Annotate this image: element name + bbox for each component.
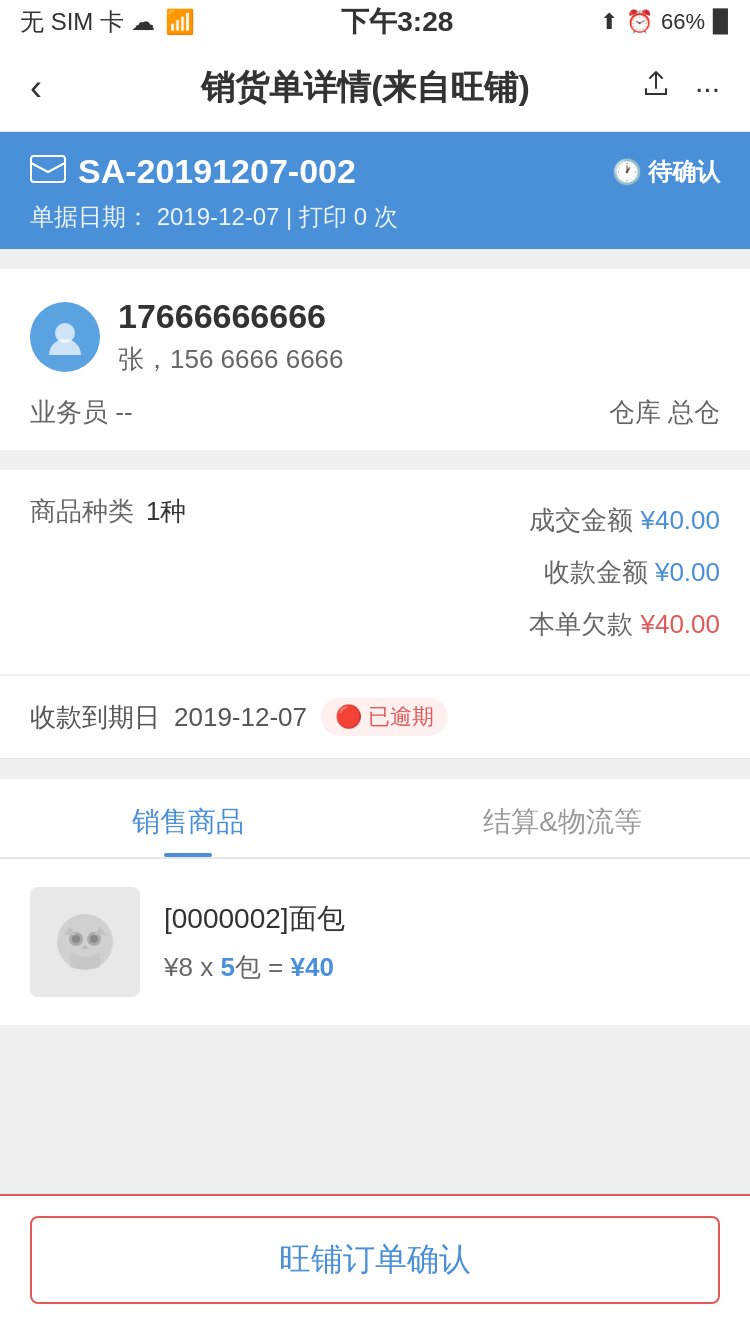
order-id-left: SA-20191207-002 — [30, 152, 356, 191]
confirm-button-wrap: 旺铺订单确认 — [0, 1194, 750, 1334]
due-date-value: 2019-12-07 — [174, 702, 307, 733]
status-right: ⬆ ⏰ 66% ▉ — [600, 9, 730, 35]
battery-percent: 66% — [661, 9, 705, 35]
tab-settlement-logistics[interactable]: 结算&物流等 — [375, 779, 750, 857]
status-clock-icon: 🕐 — [612, 158, 642, 186]
svg-rect-0 — [31, 156, 65, 182]
order-date-value: 2019-12-07 — [157, 203, 280, 230]
due-date-section: 收款到期日 2019-12-07 🔴 已逾期 — [0, 676, 750, 759]
due-date-label: 收款到期日 — [30, 700, 160, 735]
order-header-banner: SA-20191207-002 🕐 待确认 单据日期： 2019-12-07 |… — [0, 132, 750, 249]
product-unit: 包 — [235, 952, 261, 982]
order-print-info: | 打印 0 次 — [286, 203, 398, 230]
svg-point-5 — [72, 935, 80, 943]
order-id-row: SA-20191207-002 🕐 待确认 — [30, 152, 720, 191]
owed-value: ¥40.00 — [640, 609, 720, 639]
status-text: 待确认 — [648, 156, 720, 188]
status-left: 无 SIM 卡 ☁ 📶 — [20, 6, 195, 38]
nav-actions: ··· — [641, 69, 720, 106]
product-thumbnail — [30, 887, 140, 997]
alarm-icon: ⏰ — [626, 9, 653, 35]
product-title: 面包 — [289, 903, 345, 934]
back-button[interactable]: ‹ — [30, 67, 90, 109]
product-info: [0000002]面包 ¥8 x 5包 = ¥40 — [164, 900, 720, 985]
product-total: ¥40 — [291, 952, 334, 982]
sales-info: 业务员 -- — [30, 395, 133, 430]
location-icon: ⬆ — [600, 9, 618, 35]
product-type-label: 商品种类 — [30, 494, 134, 529]
order-icon — [30, 152, 66, 191]
svg-point-6 — [90, 935, 98, 943]
warehouse-name: 总仓 — [668, 397, 720, 427]
product-code: [0000002] — [164, 903, 289, 934]
collected-label: 收款金额 — [544, 557, 648, 587]
summary-section: 商品种类 1种 成交金额 ¥40.00 收款金额 ¥0.00 本单欠款 ¥40.… — [0, 470, 750, 674]
order-id-text: SA-20191207-002 — [78, 152, 356, 191]
order-date-label: 单据日期： — [30, 203, 150, 230]
wifi-icon: 📶 — [165, 8, 195, 36]
multiply-symbol: x — [200, 952, 220, 982]
sim-label: 无 SIM 卡 ☁ — [20, 6, 155, 38]
battery-icon: ▉ — [713, 9, 730, 35]
page-title: 销货单详情(来自旺铺) — [201, 65, 530, 111]
status-bar: 无 SIM 卡 ☁ 📶 下午3:28 ⬆ ⏰ 66% ▉ — [0, 0, 750, 44]
status-time: 下午3:28 — [341, 3, 453, 41]
amount-value: ¥40.00 — [640, 505, 720, 535]
owed-row: 本单欠款 ¥40.00 — [529, 598, 720, 650]
meta-row: 业务员 -- 仓库 总仓 — [30, 395, 720, 430]
warehouse-label: 仓库 — [609, 397, 661, 427]
amounts: 成交金额 ¥40.00 收款金额 ¥0.00 本单欠款 ¥40.00 — [529, 494, 720, 650]
order-date-row: 单据日期： 2019-12-07 | 打印 0 次 — [30, 201, 720, 233]
product-type: 商品种类 1种 — [30, 494, 186, 529]
overdue-badge: 🔴 已逾期 — [321, 698, 448, 736]
customer-name: 张，156 6666 6666 — [118, 342, 344, 377]
product-name: [0000002]面包 — [164, 900, 720, 938]
tabs-bar: 销售商品 结算&物流等 — [0, 779, 750, 859]
amount-label: 成交金额 — [529, 505, 633, 535]
customer-section: 17666666666 张，156 6666 6666 业务员 -- 仓库 总仓 — [0, 269, 750, 450]
tab-sales-products[interactable]: 销售商品 — [0, 779, 375, 857]
sales-dash: -- — [115, 397, 132, 427]
product-type-value: 1种 — [146, 494, 186, 529]
product-list: [0000002]面包 ¥8 x 5包 = ¥40 — [0, 859, 750, 1026]
confirm-order-button[interactable]: 旺铺订单确认 — [30, 1216, 720, 1304]
product-item: [0000002]面包 ¥8 x 5包 = ¥40 — [0, 859, 750, 1026]
amount-row: 成交金额 ¥40.00 — [529, 494, 720, 546]
overdue-icon: 🔴 — [335, 704, 362, 730]
product-price: ¥8 — [164, 952, 193, 982]
product-quantity: 5 — [220, 952, 234, 982]
sales-label: 业务员 — [30, 397, 108, 427]
product-price-row: ¥8 x 5包 = ¥40 — [164, 950, 720, 985]
overdue-text: 已逾期 — [368, 702, 434, 732]
avatar — [30, 302, 100, 372]
share-icon[interactable] — [641, 69, 671, 106]
order-status: 🕐 待确认 — [612, 156, 720, 188]
collected-row: 收款金额 ¥0.00 — [529, 546, 720, 598]
owed-label: 本单欠款 — [529, 609, 633, 639]
equals-symbol: = — [268, 952, 290, 982]
nav-bar: ‹ 销货单详情(来自旺铺) ··· — [0, 44, 750, 132]
customer-row: 17666666666 张，156 6666 6666 — [30, 297, 720, 377]
customer-details: 17666666666 张，156 6666 6666 — [118, 297, 344, 377]
more-icon[interactable]: ··· — [695, 71, 720, 105]
warehouse-info: 仓库 总仓 — [609, 395, 720, 430]
collected-value: ¥0.00 — [655, 557, 720, 587]
customer-phone: 17666666666 — [118, 297, 344, 336]
